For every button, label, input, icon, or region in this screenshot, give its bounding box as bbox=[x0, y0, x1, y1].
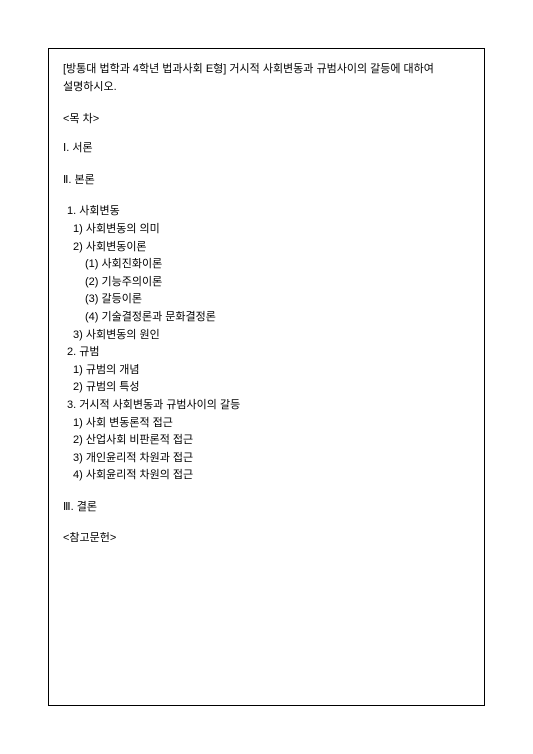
toc-item-1-2-3: (3) 갈등이론 bbox=[85, 291, 470, 309]
toc-item-1: 1. 사회변동 bbox=[67, 203, 470, 221]
section-intro: Ⅰ. 서론 bbox=[63, 140, 470, 158]
toc-header: <목 차> bbox=[63, 110, 470, 126]
toc-item-3-1: 1) 사회 변동론적 접근 bbox=[73, 415, 470, 433]
section-body-heading: Ⅱ. 본론 bbox=[63, 172, 470, 190]
toc-item-2-1: 1) 규범의 개념 bbox=[73, 362, 470, 380]
toc-item-1-3: 3) 사회변동의 원인 bbox=[73, 327, 470, 345]
toc-item-1-2-1: (1) 사회진화이론 bbox=[85, 256, 470, 274]
toc-item-3-2: 2) 산업사회 비판론적 접근 bbox=[73, 432, 470, 450]
toc-item-3: 3. 거시적 사회변동과 규범사이의 갈등 bbox=[67, 397, 470, 415]
toc-item-2-2: 2) 규범의 특성 bbox=[73, 379, 470, 397]
toc-item-1-2: 2) 사회변동이론 bbox=[73, 239, 470, 257]
toc-item-1-1: 1) 사회변동의 의미 bbox=[73, 221, 470, 239]
toc-item-2: 2. 규범 bbox=[67, 344, 470, 362]
toc-item-3-4: 4) 사회윤리적 차원의 접근 bbox=[73, 467, 470, 485]
section-conclusion: Ⅲ. 결론 bbox=[63, 499, 470, 517]
references-heading: <참고문헌> bbox=[63, 530, 470, 548]
document-title: [방통대 법학과 4학년 법과사회 E형] 거시적 사회변동과 규범사이의 갈등… bbox=[63, 61, 470, 96]
toc-item-1-2-4: (4) 기술결정론과 문화결정론 bbox=[85, 309, 470, 327]
page-border: [방통대 법학과 4학년 법과사회 E형] 거시적 사회변동과 규범사이의 갈등… bbox=[48, 48, 485, 706]
toc-item-1-2-2: (2) 기능주의이론 bbox=[85, 274, 470, 292]
toc-item-3-3: 3) 개인윤리적 차원과 접근 bbox=[73, 450, 470, 468]
spacer bbox=[63, 485, 470, 499]
